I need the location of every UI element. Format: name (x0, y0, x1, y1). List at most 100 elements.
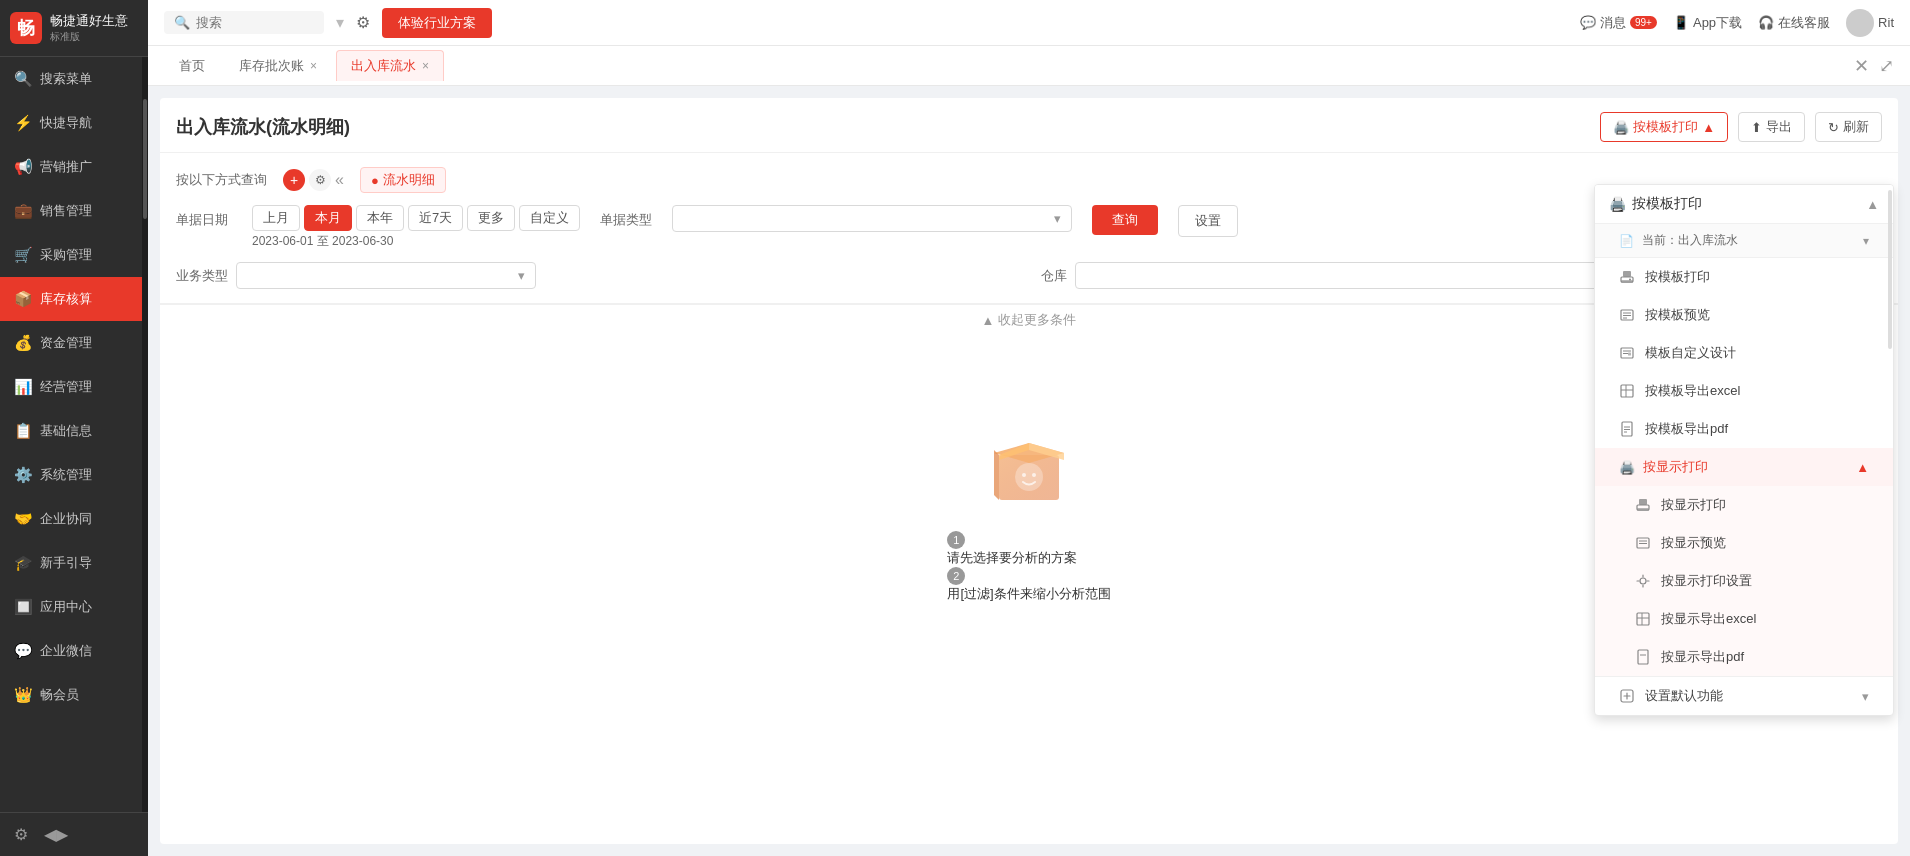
sidebar-item-system[interactable]: ⚙️ 系统管理 (0, 453, 142, 497)
close-tab-icon[interactable]: ✕ (1854, 55, 1869, 77)
topbar-search-input[interactable] (196, 15, 296, 30)
sidebar: 畅 畅捷通好生意 标准版 🔍 搜索菜单 ⚡ 快捷导航 📢 营销推广 (0, 0, 148, 856)
filter-add-button[interactable]: + (283, 169, 305, 191)
expand-tab-icon[interactable]: ⤢ (1879, 55, 1894, 77)
business-type-arrow: ▾ (518, 268, 525, 283)
inventory-icon: 📦 (14, 290, 32, 308)
filter-gear-button[interactable]: ⚙ (309, 169, 331, 191)
footer-arrow[interactable]: ▾ (1862, 689, 1869, 704)
message-button[interactable]: 💬 消息 99+ (1580, 14, 1657, 32)
sidebar-item-operations[interactable]: 📊 经营管理 (0, 365, 142, 409)
topbar-search-box[interactable]: 🔍 (164, 11, 324, 34)
dropdown-item-display-pdf[interactable]: 按显示导出pdf (1595, 638, 1893, 676)
business-type-label: 业务类型 (176, 267, 228, 285)
display-section-arrow[interactable]: ▲ (1856, 460, 1869, 475)
brand-text: 畅捷通好生意 标准版 (50, 12, 128, 44)
collapse-up-icon: ▲ (982, 313, 995, 328)
sidebar-item-basic[interactable]: 📋 基础信息 (0, 409, 142, 453)
sales-icon: 💼 (14, 202, 32, 220)
sidebar-item-sales[interactable]: 💼 销售管理 (0, 189, 142, 233)
doc-type-arrow: ▾ (1054, 211, 1061, 226)
tab-flow-close-btn[interactable]: × (422, 59, 429, 73)
filter-tag-icon: ● (371, 173, 379, 188)
user-avatar (1846, 9, 1874, 37)
sidebar-item-shortcut[interactable]: ⚡ 快捷导航 (0, 101, 142, 145)
dropdown-item-display-settings[interactable]: 按显示打印设置 (1595, 562, 1893, 600)
message-icon: 💬 (1580, 15, 1596, 30)
sidebar-item-inventory[interactable]: 📦 库存核算 (0, 277, 142, 321)
sidebar-bottom: ⚙ ◀▶ (0, 812, 148, 856)
date-last7-btn[interactable]: 近7天 (408, 205, 463, 231)
date-current-month-btn[interactable]: 本月 (304, 205, 352, 231)
dropdown-item-display-excel[interactable]: 按显示导出excel (1595, 600, 1893, 638)
date-more-btn[interactable]: 更多 (467, 205, 515, 231)
sidebar-item-marketing[interactable]: 📢 营销推广 (0, 145, 142, 189)
excel-icon (1619, 383, 1635, 399)
sidebar-item-apps[interactable]: 🔲 应用中心 (0, 585, 142, 629)
app-download-button[interactable]: 📱 App下载 (1673, 14, 1742, 32)
dropdown-item-template-design[interactable]: 模板自定义设计 (1595, 334, 1893, 372)
topbar-dropdown-arrow[interactable]: ▾ (336, 13, 344, 32)
filter-toolbar: + ⚙ « (283, 169, 344, 191)
display-preview-icon (1635, 535, 1651, 551)
business-type-select[interactable]: ▾ (236, 262, 536, 289)
member-icon: 👑 (14, 686, 32, 704)
display-section-title: 🖨️ 按显示打印 (1619, 458, 1708, 476)
user-avatar-area[interactable]: Rit (1846, 9, 1894, 37)
print-button[interactable]: 🖨️ 按模板打印 ▲ (1600, 112, 1728, 142)
topbar-gear-icon[interactable]: ⚙ (356, 13, 370, 32)
tab-home[interactable]: 首页 (164, 50, 220, 81)
doc-type-select[interactable]: ▾ (672, 205, 1072, 232)
dropdown-header-arrow[interactable]: ▲ (1866, 197, 1879, 212)
dropdown-scrollbar[interactable] (1887, 185, 1893, 715)
sidebar-item-wechat[interactable]: 💬 企业微信 (0, 629, 142, 673)
empty-tips: 1 请先选择要分析的方案 2 用[过滤]条件来缩小分析范围 (947, 531, 1110, 603)
preview-icon (1619, 307, 1635, 323)
tab-flow[interactable]: 出入库流水 × (336, 50, 444, 81)
tab-batch-account[interactable]: 库存批次账 × (224, 50, 332, 81)
dropdown-header: 🖨️ 按模板打印 ▲ (1595, 185, 1893, 224)
export-button[interactable]: ⬆ 导出 (1738, 112, 1805, 142)
tab-batch-close-btn[interactable]: × (310, 59, 317, 73)
filter-tag-detail[interactable]: ● 流水明细 (360, 167, 446, 193)
sidebar-item-guide[interactable]: 🎓 新手引导 (0, 541, 142, 585)
sidebar-item-purchase[interactable]: 🛒 采购管理 (0, 233, 142, 277)
display-print-icon: 🖨️ (1619, 460, 1635, 475)
date-current-year-btn[interactable]: 本年 (356, 205, 404, 231)
dropdown-footer[interactable]: 设置默认功能 ▾ (1595, 676, 1893, 715)
page-header: 出入库流水(流水明细) 🖨️ 按模板打印 ▲ ⬆ 导出 ↻ (160, 98, 1898, 153)
collapse-sidebar-icon[interactable]: ◀▶ (44, 825, 68, 844)
dropdown-item-template-excel[interactable]: 按模板导出excel (1595, 372, 1893, 410)
sidebar-item-member[interactable]: 👑 畅会员 (0, 673, 142, 717)
sidebar-scroll-thumb[interactable] (143, 99, 147, 219)
svg-point-3 (1032, 473, 1036, 477)
industry-solution-button[interactable]: 体验行业方案 (382, 8, 492, 38)
dropdown-scroll-thumb[interactable] (1888, 190, 1892, 349)
dropdown-item-template-print[interactable]: 按模板打印 (1595, 258, 1893, 296)
settings-button[interactable]: 设置 (1178, 205, 1238, 237)
dropdown-item-display-preview[interactable]: 按显示预览 (1595, 524, 1893, 562)
filter-collapse-button[interactable]: « (335, 171, 344, 189)
default-func-icon (1619, 688, 1635, 704)
template-arrow[interactable]: ▾ (1863, 234, 1869, 248)
query-button[interactable]: 查询 (1092, 205, 1158, 235)
collapse-conditions-btn[interactable]: ▲ 收起更多条件 (982, 311, 1077, 329)
settings-icon[interactable]: ⚙ (14, 825, 28, 844)
date-custom-btn[interactable]: 自定义 (519, 205, 580, 231)
dropdown-item-display-print[interactable]: 按显示打印 (1595, 486, 1893, 524)
print-icon (1619, 269, 1635, 285)
brand-icon: 畅 (10, 12, 42, 44)
dropdown-display-section-header[interactable]: 🖨️ 按显示打印 ▲ (1595, 448, 1893, 486)
dropdown-item-template-pdf[interactable]: 按模板导出pdf (1595, 410, 1893, 448)
empty-tip-2: 2 用[过滤]条件来缩小分析范围 (947, 567, 1110, 603)
main-area: 🔍 ▾ ⚙ 体验行业方案 💬 消息 99+ 📱 App下载 🎧 在 (148, 0, 1910, 856)
sidebar-item-finance[interactable]: 💰 资金管理 (0, 321, 142, 365)
sidebar-item-collab[interactable]: 🤝 企业协同 (0, 497, 142, 541)
refresh-button[interactable]: ↻ 刷新 (1815, 112, 1882, 142)
refresh-icon: ↻ (1828, 120, 1839, 135)
date-prev-month-btn[interactable]: 上月 (252, 205, 300, 231)
online-service-button[interactable]: 🎧 在线客服 (1758, 14, 1830, 32)
sidebar-item-search[interactable]: 🔍 搜索菜单 (0, 57, 142, 101)
dropdown-item-template-preview[interactable]: 按模板预览 (1595, 296, 1893, 334)
filter-label: 按以下方式查询 (176, 171, 267, 189)
